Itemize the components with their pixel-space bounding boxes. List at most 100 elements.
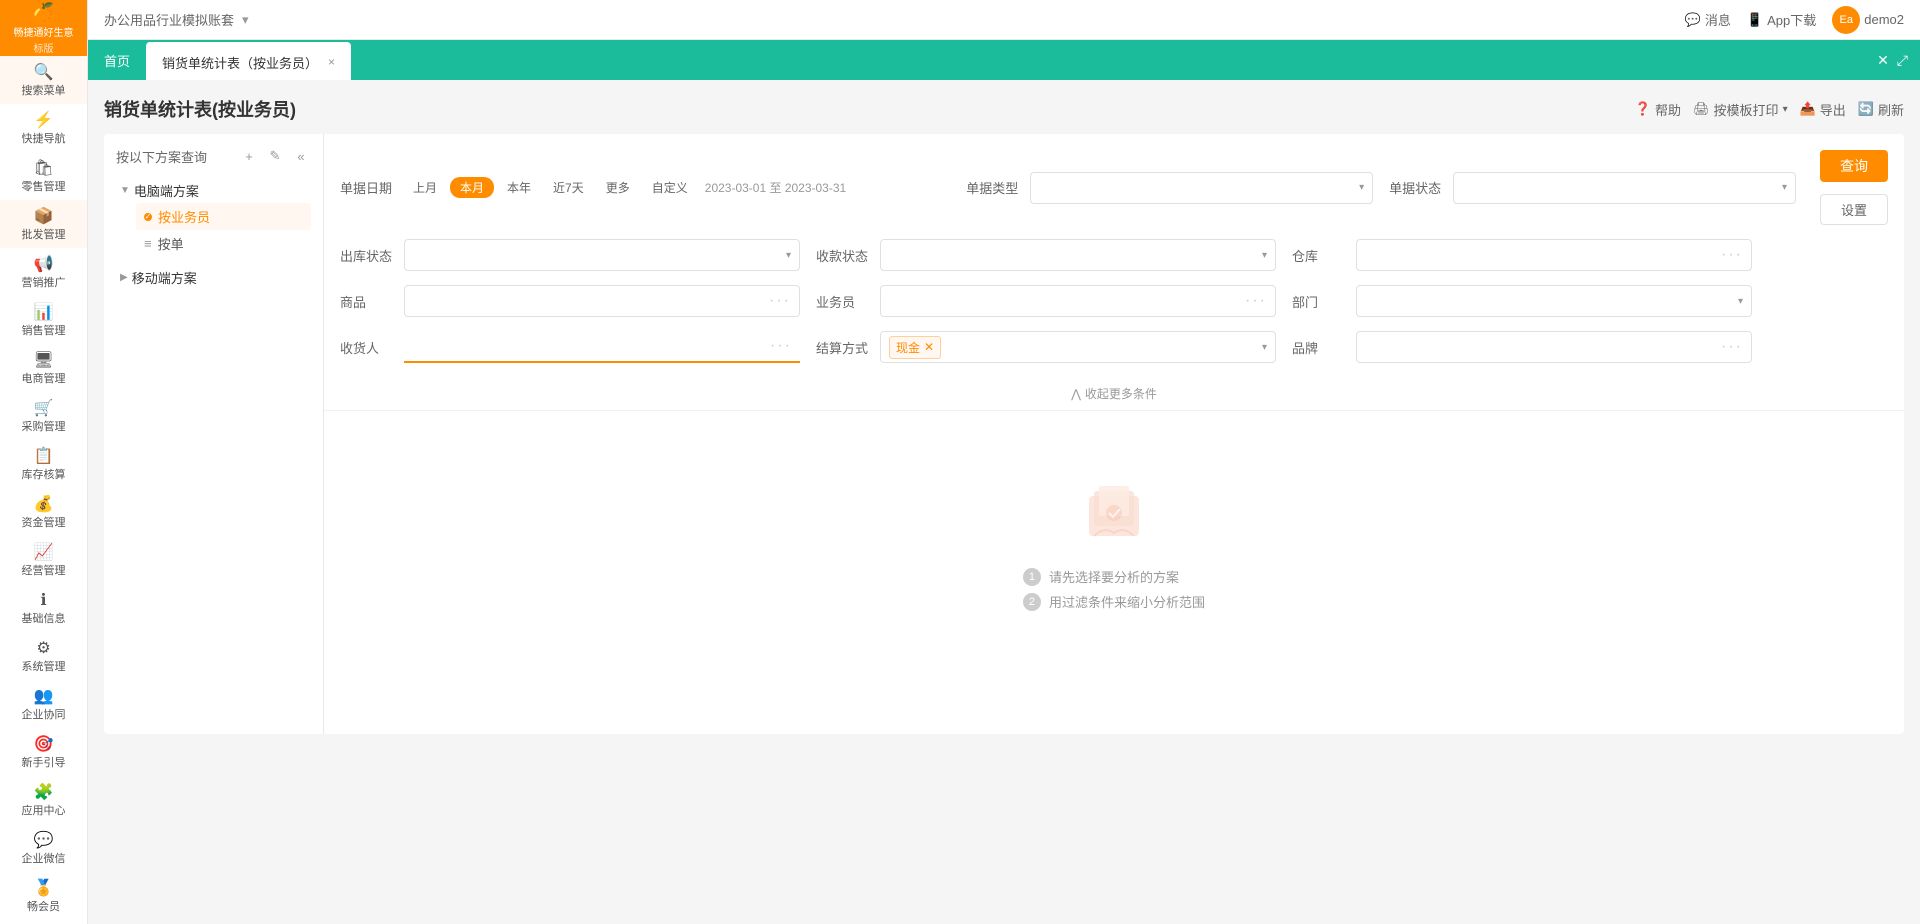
brand-select[interactable]: ··· <box>1356 331 1752 363</box>
sidebar-label-5: 销售管理 <box>22 325 66 338</box>
sidebar-item-企业微信[interactable]: 💬企业微信 <box>0 824 88 872</box>
edit-scheme-icon[interactable]: ✎ <box>265 146 285 166</box>
tab-controls: ✕ ⤢ <box>1877 52 1920 69</box>
user-profile[interactable]: Ea demo2 <box>1832 6 1904 34</box>
sidebar-item-批发管理[interactable]: 📦批发管理 <box>0 200 88 248</box>
maximize-window-icon[interactable]: ⤢ <box>1897 52 1908 69</box>
collapse-panel-icon[interactable]: « <box>291 146 311 166</box>
sidebar-icon-13: 👥 <box>34 686 54 706</box>
date-this-year-btn[interactable]: 本年 <box>498 176 540 199</box>
consignee-input[interactable]: ··· <box>404 331 800 363</box>
date-last-month-btn[interactable]: 上月 <box>404 176 446 199</box>
settings-button[interactable]: 设置 <box>1820 194 1888 225</box>
sidebar-icon-9: 💰 <box>34 494 54 514</box>
sidebar-icon-6: 🖥 <box>33 350 53 370</box>
doc-type-select[interactable]: ▾ <box>1030 172 1373 204</box>
tab-close-icon[interactable]: × <box>328 55 335 69</box>
app-download-btn[interactable]: 📱 App下载 <box>1747 10 1816 29</box>
ship-status-label: 出库状态 <box>340 246 396 265</box>
date-last7-btn[interactable]: 近7天 <box>544 176 593 199</box>
left-panel: 按以下方案查询 + ✎ « ▼ 电脑端方案 ✓ 按 <box>104 134 324 734</box>
topbar-left: 办公用品行业模拟账套 ▾ <box>104 10 249 29</box>
filter-row-2: 出库状态 ▾ 收款状态 ▾ 仓库 <box>340 239 1888 271</box>
sidebar-item-资金管理[interactable]: 💰资金管理 <box>0 488 88 536</box>
sidebar-item-零售管理[interactable]: 🛍零售管理 <box>0 152 88 200</box>
receive-status-select[interactable]: ▾ <box>880 239 1276 271</box>
tree-sub-icon: ≡ <box>144 236 152 251</box>
warehouse-select[interactable]: ··· <box>1356 239 1752 271</box>
filter-field-consignee: 收货人 ··· <box>340 331 800 363</box>
sidebar-item-销售管理[interactable]: 📊销售管理 <box>0 296 88 344</box>
tab-home-label: 首页 <box>104 51 130 70</box>
sidebar: 🍊 畅捷通好生意 标版 🔍搜索菜单⚡快捷导航🛍零售管理📦批发管理📢营销推广📊销售… <box>0 0 88 924</box>
settlement-tag-close[interactable]: ✕ <box>924 340 934 354</box>
filter-field-date: 单据日期 上月 本月 本年 近7天 更多 自定义 2023-03-01 至 20… <box>340 176 950 199</box>
tree-child-salesperson[interactable]: ✓ 按业务员 <box>136 203 311 230</box>
sidebar-item-快捷导航[interactable]: ⚡快捷导航 <box>0 104 88 152</box>
sidebar-item-库存核算[interactable]: 📋库存核算 <box>0 440 88 488</box>
tree-expand-mobile-icon: ▶ <box>120 272 128 283</box>
query-button[interactable]: 查询 <box>1820 150 1888 182</box>
sidebar-item-基础信息[interactable]: ℹ 基础信息 <box>0 584 88 632</box>
sidebar-item-企业协同[interactable]: 👥企业协同 <box>0 680 88 728</box>
settlement-select[interactable]: 现金 ✕ ▾ <box>880 331 1276 363</box>
sidebar-item-新手引导[interactable]: 🎯新手引导 <box>0 728 88 776</box>
sidebar-label-11: 基础信息 <box>22 613 66 626</box>
message-btn[interactable]: 💬 消息 <box>1685 10 1731 29</box>
tab-home[interactable]: 首页 <box>88 40 146 80</box>
doc-status-select[interactable]: ▾ <box>1453 172 1796 204</box>
sidebar-icon-7: 🛒 <box>34 398 54 418</box>
consignee-label: 收货人 <box>340 338 396 357</box>
ship-status-select[interactable]: ▾ <box>404 239 800 271</box>
sidebar-label-16: 企业微信 <box>22 853 66 866</box>
dropdown-icon[interactable]: ▾ <box>242 12 249 28</box>
sidebar-icon-11: ℹ <box>40 590 46 610</box>
close-window-icon[interactable]: ✕ <box>1877 52 1889 69</box>
empty-state: 1 请先选择要分析的方案 2 用过滤条件来缩小分析范围 <box>340 411 1888 671</box>
message-label: 消息 <box>1705 10 1731 29</box>
salesperson-select[interactable]: ··· <box>880 285 1276 317</box>
tree-child-order[interactable]: ≡ 按单 <box>136 230 311 257</box>
date-this-month-btn[interactable]: 本月 <box>450 177 494 198</box>
goods-select[interactable]: ··· <box>404 285 800 317</box>
sidebar-item-畅会员[interactable]: 🏅畅会员 <box>0 872 88 920</box>
help-btn[interactable]: ❓ 帮助 <box>1635 100 1681 119</box>
sidebar-item-系统管理[interactable]: ⚙系统管理 <box>0 632 88 680</box>
settlement-label: 结算方式 <box>816 338 872 357</box>
date-more-btn[interactable]: 更多 <box>597 176 639 199</box>
sidebar-item-电商管理[interactable]: 🖥电商管理 <box>0 344 88 392</box>
filter-row-3: 商品 ··· 业务员 ··· 部门 <box>340 285 1888 317</box>
print-dropdown-icon[interactable]: ▾ <box>1783 104 1788 115</box>
sidebar-item-采购管理[interactable]: 🛒采购管理 <box>0 392 88 440</box>
sidebar-item-搜索菜单[interactable]: 🔍搜索菜单 <box>0 56 88 104</box>
print-btn[interactable]: 🖨 按模板打印 ▾ <box>1693 100 1788 119</box>
tree-parent-mobile[interactable]: ▶ 移动端方案 <box>116 265 311 290</box>
tab-active[interactable]: 销货单统计表（按业务员） × <box>146 42 351 82</box>
date-range-display: 2023-03-01 至 2023-03-31 <box>705 179 846 196</box>
content-area: 销货单统计表(按业务员) ❓ 帮助 🖨 按模板打印 ▾ 📤 导出 🔄 刷新 <box>88 80 1920 924</box>
tree-parent-desktop[interactable]: ▼ 电脑端方案 <box>116 178 311 203</box>
tabbar: 首页 销货单统计表（按业务员） × ✕ ⤢ <box>88 40 1920 80</box>
page-title: 销货单统计表(按业务员) <box>104 96 296 122</box>
sidebar-icon-1: ⚡ <box>34 110 54 130</box>
sidebar-item-营销推广[interactable]: 📢营销推广 <box>0 248 88 296</box>
filter-field-goods: 商品 ··· <box>340 285 800 317</box>
sidebar-item-应用中心[interactable]: 🧩应用中心 <box>0 776 88 824</box>
sidebar-item-经营管理[interactable]: 📈经营管理 <box>0 536 88 584</box>
filter-field-department: 部门 ▾ <box>1292 285 1752 317</box>
date-label: 单据日期 <box>340 178 396 197</box>
logo-text: 畅捷通好生意 <box>14 28 74 40</box>
date-custom-btn[interactable]: 自定义 <box>643 176 697 199</box>
salesperson-dots: ··· <box>1245 292 1267 310</box>
add-scheme-icon[interactable]: + <box>239 146 259 166</box>
department-select[interactable]: ▾ <box>1356 285 1752 317</box>
brand-dots: ··· <box>1721 338 1743 356</box>
collapse-bar[interactable]: ⋀ 收起更多条件 <box>340 377 1888 410</box>
tree-child-order-label: 按单 <box>158 234 184 253</box>
topbar-right: 💬 消息 📱 App下载 Ea demo2 <box>1685 6 1904 34</box>
goods-label: 商品 <box>340 292 396 311</box>
sidebar-label-4: 营销推广 <box>22 277 66 290</box>
sidebar-icon-15: 🧩 <box>34 782 54 802</box>
refresh-btn[interactable]: 🔄 刷新 <box>1858 100 1904 119</box>
export-btn[interactable]: 📤 导出 <box>1800 100 1846 119</box>
